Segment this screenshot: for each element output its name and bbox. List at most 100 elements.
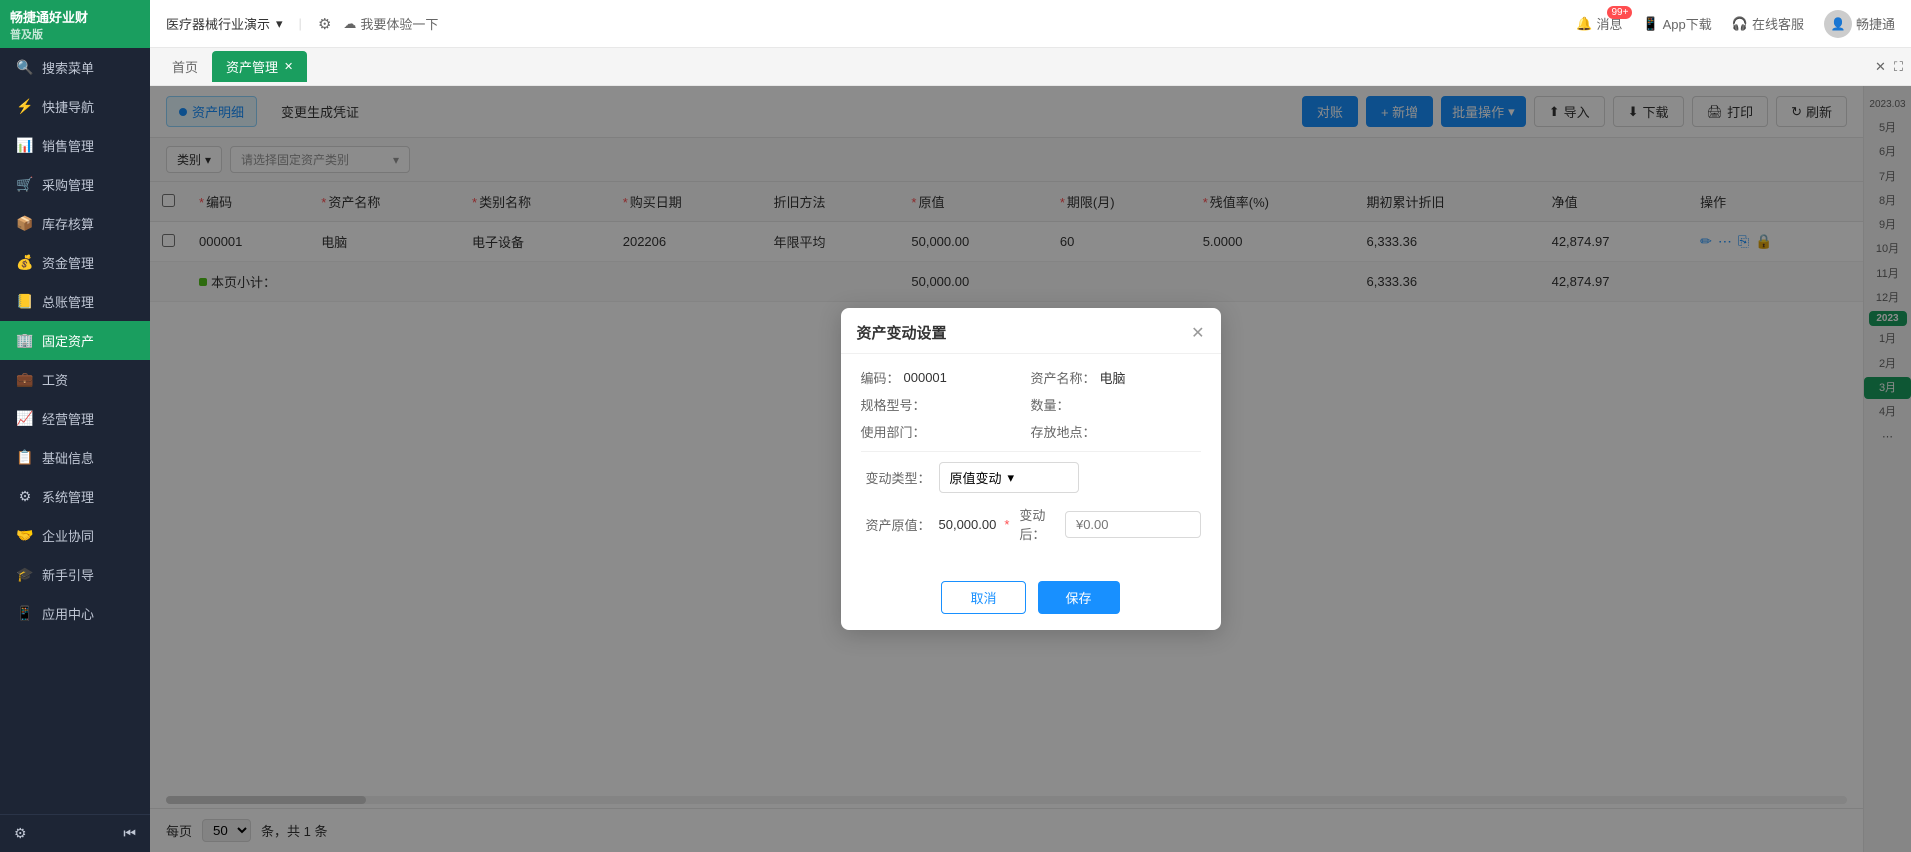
sidebar-label-system: 系统管理	[42, 487, 94, 506]
app-download-button[interactable]: 📱 App下载	[1642, 14, 1711, 33]
sidebar-item-payroll[interactable]: 💼 工资	[0, 360, 150, 399]
experience-label: 我要体验一下	[360, 14, 438, 33]
operations-icon: 📈	[16, 410, 34, 427]
experience-button[interactable]: ☁ 我要体验一下	[343, 14, 438, 33]
sidebar-item-enterprise[interactable]: 🤝 企业协同	[0, 516, 150, 555]
modal-original-value-label: 资产原值：	[861, 515, 931, 534]
modal-info-row-3: 使用部门： 存放地点：	[861, 422, 1201, 441]
modal-name-field: 资产名称： 电脑	[1031, 368, 1201, 387]
modal-header: 资产变动设置 ✕	[841, 308, 1221, 354]
modal-close-button[interactable]: ✕	[1191, 323, 1204, 343]
sidebar-item-inventory[interactable]: 📦 库存核算	[0, 204, 150, 243]
username-label: 畅捷通	[1856, 14, 1895, 33]
modal-footer: 取消 保存	[841, 569, 1221, 630]
sidebar-item-system[interactable]: ⚙ 系统管理	[0, 477, 150, 516]
sidebar: 畅捷通好业财 普及版 🔍 搜索菜单 ⚡ 快捷导航 📊 销售管理 🛒 采购管理 📦…	[0, 0, 150, 852]
modal-change-type-label: 变动类型：	[861, 468, 931, 487]
sidebar-label-ledger: 总账管理	[42, 292, 94, 311]
fullscreen-icon[interactable]: ⛶	[1894, 59, 1903, 75]
expand-icon[interactable]: ✕	[1875, 59, 1886, 75]
sidebar-label-purchase: 采购管理	[42, 175, 94, 194]
modal-info-row-1: 编码： 000001 资产名称： 电脑	[861, 368, 1201, 387]
sidebar-label-fixed-assets: 固定资产	[42, 331, 94, 350]
modal-spec-label: 规格型号：	[861, 395, 926, 414]
modal-after-label: 变动后：	[1019, 505, 1053, 543]
sidebar-label-quicknav: 快捷导航	[42, 97, 94, 116]
sidebar-label-sales: 销售管理	[42, 136, 94, 155]
mobile-icon: 📱	[1642, 16, 1658, 32]
collapse-icon[interactable]: ⏮	[123, 825, 136, 842]
modal-code-value: 000001	[904, 370, 947, 385]
guide-icon: 🎓	[16, 566, 34, 583]
modal-change-type-select[interactable]: 原值变动 ▾	[939, 462, 1079, 493]
sidebar-item-finance[interactable]: 💰 资金管理	[0, 243, 150, 282]
modal-overlay: 资产变动设置 ✕ 编码： 000001 资产名称： 电脑	[150, 86, 1911, 852]
app-download-label: App下载	[1663, 14, 1712, 33]
modal-divider	[861, 451, 1201, 452]
sales-icon: 📊	[16, 137, 34, 154]
finance-icon: 💰	[16, 254, 34, 271]
modal-spec-field: 规格型号：	[861, 395, 1031, 414]
sidebar-item-operations[interactable]: 📈 经营管理	[0, 399, 150, 438]
modal-original-value: 50,000.00	[939, 517, 997, 532]
modal-select-arrow-icon: ▾	[1008, 470, 1015, 486]
sidebar-item-quicknav[interactable]: ⚡ 快捷导航	[0, 87, 150, 126]
modal-change-type-row: 变动类型： 原值变动 ▾	[861, 462, 1201, 493]
system-icon: ⚙	[16, 488, 34, 505]
modal-code-field: 编码： 000001	[861, 368, 1031, 387]
quicknav-icon: ⚡	[16, 98, 34, 115]
tab-close-icon[interactable]: ✕	[284, 60, 293, 73]
sidebar-item-fixed-assets[interactable]: 🏢 固定资产	[0, 321, 150, 360]
modal-dept-field: 使用部门：	[861, 422, 1031, 441]
tab-home-label: 首页	[172, 57, 198, 76]
topbar-gear-icon[interactable]: ⚙	[318, 15, 331, 33]
modal-location-label: 存放地点：	[1031, 422, 1096, 441]
online-service-label: 在线客服	[1752, 14, 1804, 33]
modal-save-button[interactable]: 保存	[1038, 581, 1120, 614]
modal-name-label: 资产名称：	[1031, 368, 1096, 387]
content-area: 资产明细 变更生成凭证 对账 + 新增 批量操作 ▾ ⬆ 导入	[150, 86, 1911, 852]
sidebar-label-app-center: 应用中心	[42, 604, 94, 623]
dropdown-arrow-icon: ▾	[276, 16, 283, 32]
modal-code-label: 编码：	[861, 368, 900, 387]
purchase-icon: 🛒	[16, 176, 34, 193]
tab-asset-label: 资产管理	[226, 57, 278, 76]
online-service-button[interactable]: 🎧 在线客服	[1732, 14, 1804, 33]
sidebar-item-purchase[interactable]: 🛒 采购管理	[0, 165, 150, 204]
sidebar-item-app-center[interactable]: 📱 应用中心	[0, 594, 150, 633]
search-icon: 🔍	[16, 59, 34, 76]
sidebar-label-basics: 基础信息	[42, 448, 94, 467]
modal-after-value-input[interactable]	[1065, 511, 1201, 538]
basics-icon: 📋	[16, 449, 34, 466]
sidebar-label-inventory: 库存核算	[42, 214, 94, 233]
asset-change-modal: 资产变动设置 ✕ 编码： 000001 资产名称： 电脑	[841, 308, 1221, 630]
modal-name-value: 电脑	[1100, 368, 1126, 387]
notifications-button[interactable]: 🔔 消息 99+	[1576, 14, 1622, 33]
modal-quantity-label: 数量：	[1031, 395, 1070, 414]
modal-dept-label: 使用部门：	[861, 422, 926, 441]
settings-icon[interactable]: ⚙	[14, 825, 27, 842]
topbar-divider: |	[299, 16, 302, 31]
sidebar-item-ledger[interactable]: 📒 总账管理	[0, 282, 150, 321]
modal-cancel-button[interactable]: 取消	[941, 581, 1025, 614]
tab-bar: 首页 资产管理 ✕ ✕ ⛶	[150, 48, 1911, 86]
cloud-icon: ☁	[343, 16, 356, 32]
company-selector[interactable]: 医疗器械行业演示 ▾	[166, 14, 283, 33]
sidebar-menu: 🔍 搜索菜单 ⚡ 快捷导航 📊 销售管理 🛒 采购管理 📦 库存核算 💰 资金管…	[0, 48, 150, 814]
user-avatar[interactable]: 👤 畅捷通	[1824, 10, 1895, 38]
modal-body: 编码： 000001 资产名称： 电脑 规格型号：	[841, 354, 1221, 569]
sidebar-label-search: 搜索菜单	[42, 58, 94, 77]
sidebar-item-sales[interactable]: 📊 销售管理	[0, 126, 150, 165]
avatar: 👤	[1824, 10, 1852, 38]
headset-icon: 🎧	[1732, 16, 1748, 32]
sidebar-label-enterprise: 企业协同	[42, 526, 94, 545]
sidebar-item-basics[interactable]: 📋 基础信息	[0, 438, 150, 477]
tab-home[interactable]: 首页	[158, 51, 212, 82]
modal-quantity-field: 数量：	[1031, 395, 1201, 414]
sidebar-item-guide[interactable]: 🎓 新手引导	[0, 555, 150, 594]
sidebar-label-finance: 资金管理	[42, 253, 94, 272]
tab-asset-management[interactable]: 资产管理 ✕	[212, 51, 307, 82]
payroll-icon: 💼	[16, 371, 34, 388]
tab-expand-icons: ✕ ⛶	[1875, 59, 1903, 75]
sidebar-item-search[interactable]: 🔍 搜索菜单	[0, 48, 150, 87]
